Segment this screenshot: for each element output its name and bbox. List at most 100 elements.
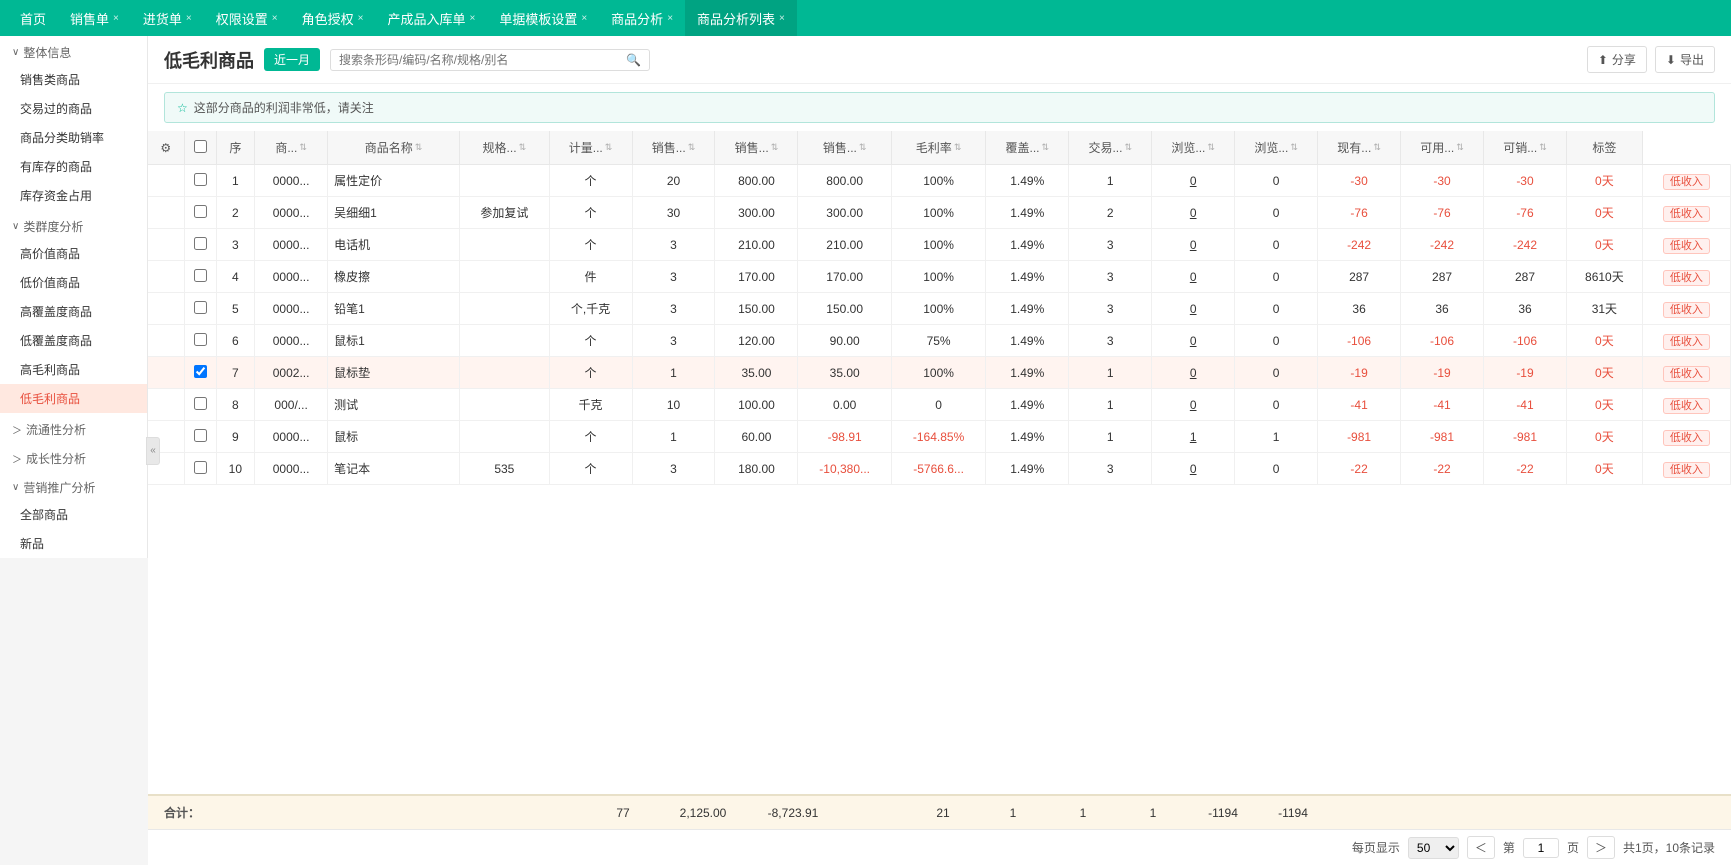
- sidebar-group-marketing[interactable]: ∨ 营销推广分析: [0, 471, 147, 500]
- close-icon[interactable]: ×: [113, 13, 119, 24]
- sidebar-item-category-sales-rate[interactable]: 商品分类助销率: [0, 123, 147, 152]
- row-checkbox-cell[interactable]: [184, 453, 216, 485]
- sidebar-group-growth[interactable]: ＞ 成长性分析: [0, 442, 147, 471]
- close-icon[interactable]: ×: [667, 13, 673, 24]
- col-name[interactable]: 商品名称 ⇅: [328, 131, 460, 165]
- row-checkbox-cell[interactable]: [184, 325, 216, 357]
- row-checkbox[interactable]: [194, 269, 207, 282]
- page-number-input[interactable]: [1523, 838, 1559, 858]
- search-input[interactable]: [339, 53, 622, 67]
- row-checkbox-cell[interactable]: [184, 357, 216, 389]
- row-trade-cell[interactable]: 1: [1152, 421, 1235, 453]
- row-checkbox[interactable]: [194, 301, 207, 314]
- sidebar-item-in-stock[interactable]: 有库存的商品: [0, 152, 147, 181]
- row-trade-cell[interactable]: 0: [1152, 293, 1235, 325]
- row-checkbox[interactable]: [194, 461, 207, 474]
- row-name-cell[interactable]: 铅笔1: [328, 293, 460, 325]
- col-current[interactable]: 现有... ⇅: [1318, 131, 1401, 165]
- sidebar-item-high-margin[interactable]: 高毛利商品: [0, 355, 147, 384]
- next-page-button[interactable]: ＞: [1587, 836, 1615, 859]
- sidebar-item-low-margin[interactable]: 低毛利商品: [0, 384, 147, 413]
- col-coverage[interactable]: 覆盖... ⇅: [986, 131, 1069, 165]
- close-icon[interactable]: ×: [779, 13, 785, 24]
- sidebar-item-sales-goods[interactable]: 销售类商品: [0, 65, 147, 94]
- row-checkbox-cell[interactable]: [184, 389, 216, 421]
- nav-product-inbound[interactable]: 产成品入库单 ×: [375, 0, 487, 36]
- row-checkbox[interactable]: [194, 237, 207, 250]
- row-checkbox-cell[interactable]: [184, 421, 216, 453]
- row-name-cell[interactable]: 鼠标: [328, 421, 460, 453]
- row-checkbox-cell[interactable]: [184, 229, 216, 261]
- row-checkbox-cell[interactable]: [184, 165, 216, 197]
- nav-home[interactable]: 首页: [8, 0, 58, 36]
- sidebar-item-capital[interactable]: 库存资金占用: [0, 181, 147, 210]
- select-all-checkbox[interactable]: [194, 140, 207, 153]
- col-qty[interactable]: 销售... ⇅: [632, 131, 715, 165]
- filter-recent-month-button[interactable]: 近一月: [264, 48, 320, 71]
- row-trade-cell[interactable]: 0: [1152, 389, 1235, 421]
- nav-purchase[interactable]: 进货单 ×: [131, 0, 204, 36]
- nav-product-analysis[interactable]: 商品分析 ×: [599, 0, 685, 36]
- sidebar-item-high-coverage[interactable]: 高覆盖度商品: [0, 297, 147, 326]
- col-checkbox[interactable]: [184, 131, 216, 165]
- row-checkbox[interactable]: [194, 205, 207, 218]
- close-icon[interactable]: ×: [358, 13, 364, 24]
- col-browse1[interactable]: 浏览... ⇅: [1152, 131, 1235, 165]
- sidebar-item-traded-goods[interactable]: 交易过的商品: [0, 94, 147, 123]
- row-trade-cell[interactable]: 0: [1152, 197, 1235, 229]
- settings-icon[interactable]: ⚙: [160, 141, 171, 155]
- nav-roles[interactable]: 角色授权 ×: [290, 0, 376, 36]
- row-name-cell[interactable]: 测试: [328, 389, 460, 421]
- close-icon[interactable]: ×: [272, 13, 278, 24]
- sidebar-item-low-coverage[interactable]: 低覆盖度商品: [0, 326, 147, 355]
- col-unit[interactable]: 计量... ⇅: [549, 131, 632, 165]
- col-price[interactable]: 销售... ⇅: [715, 131, 798, 165]
- row-name-cell[interactable]: 属性定价: [328, 165, 460, 197]
- col-code[interactable]: 商... ⇅: [255, 131, 328, 165]
- row-name-cell[interactable]: 鼠标1: [328, 325, 460, 357]
- nav-template-settings[interactable]: 单据模板设置 ×: [487, 0, 599, 36]
- col-trade[interactable]: 交易... ⇅: [1069, 131, 1152, 165]
- sidebar-item-high-value[interactable]: 高价值商品: [0, 239, 147, 268]
- row-checkbox[interactable]: [194, 429, 207, 442]
- sidebar-item-low-value[interactable]: 低价值商品: [0, 268, 147, 297]
- row-name-cell[interactable]: 吴细细1: [328, 197, 460, 229]
- sidebar-group-circulation[interactable]: ＞ 流通性分析: [0, 413, 147, 442]
- col-gross-rate[interactable]: 毛利率 ⇅: [891, 131, 985, 165]
- nav-permissions[interactable]: 权限设置 ×: [204, 0, 290, 36]
- search-icon[interactable]: 🔍: [626, 53, 641, 67]
- row-trade-cell[interactable]: 0: [1152, 453, 1235, 485]
- col-settings[interactable]: ⚙: [148, 131, 184, 165]
- row-trade-cell[interactable]: 0: [1152, 357, 1235, 389]
- sidebar-item-all-goods[interactable]: 全部商品: [0, 500, 147, 529]
- row-trade-cell[interactable]: 0: [1152, 325, 1235, 357]
- col-days[interactable]: 可销... ⇅: [1484, 131, 1567, 165]
- row-checkbox-cell[interactable]: [184, 261, 216, 293]
- sidebar-group-cluster[interactable]: ∨ 类群度分析: [0, 210, 147, 239]
- row-trade-cell[interactable]: 0: [1152, 229, 1235, 261]
- row-checkbox-cell[interactable]: [184, 293, 216, 325]
- row-name-cell[interactable]: 笔记本: [328, 453, 460, 485]
- close-icon[interactable]: ×: [186, 13, 192, 24]
- sidebar-collapse-button[interactable]: «: [146, 437, 160, 465]
- close-icon[interactable]: ×: [581, 13, 587, 24]
- sidebar-group-overall[interactable]: ∨ 整体信息: [0, 36, 147, 65]
- close-icon[interactable]: ×: [469, 13, 475, 24]
- col-avail[interactable]: 可用... ⇅: [1401, 131, 1484, 165]
- col-browse2[interactable]: 浏览... ⇅: [1235, 131, 1318, 165]
- row-name-cell[interactable]: 橡皮擦: [328, 261, 460, 293]
- nav-sales[interactable]: 销售单 ×: [58, 0, 131, 36]
- per-page-select[interactable]: 50 100 200: [1408, 837, 1459, 859]
- col-sales[interactable]: 销售... ⇅: [798, 131, 891, 165]
- row-checkbox[interactable]: [194, 397, 207, 410]
- col-spec[interactable]: 规格... ⇅: [460, 131, 550, 165]
- row-name-cell[interactable]: 鼠标垫: [328, 357, 460, 389]
- sidebar-item-new-goods[interactable]: 新品: [0, 529, 147, 558]
- row-checkbox[interactable]: [194, 365, 207, 378]
- nav-product-analysis-list[interactable]: 商品分析列表 ×: [685, 0, 797, 36]
- row-checkbox-cell[interactable]: [184, 197, 216, 229]
- row-name-cell[interactable]: 电话机: [328, 229, 460, 261]
- row-trade-cell[interactable]: 0: [1152, 165, 1235, 197]
- prev-page-button[interactable]: ＜: [1467, 836, 1495, 859]
- row-checkbox[interactable]: [194, 173, 207, 186]
